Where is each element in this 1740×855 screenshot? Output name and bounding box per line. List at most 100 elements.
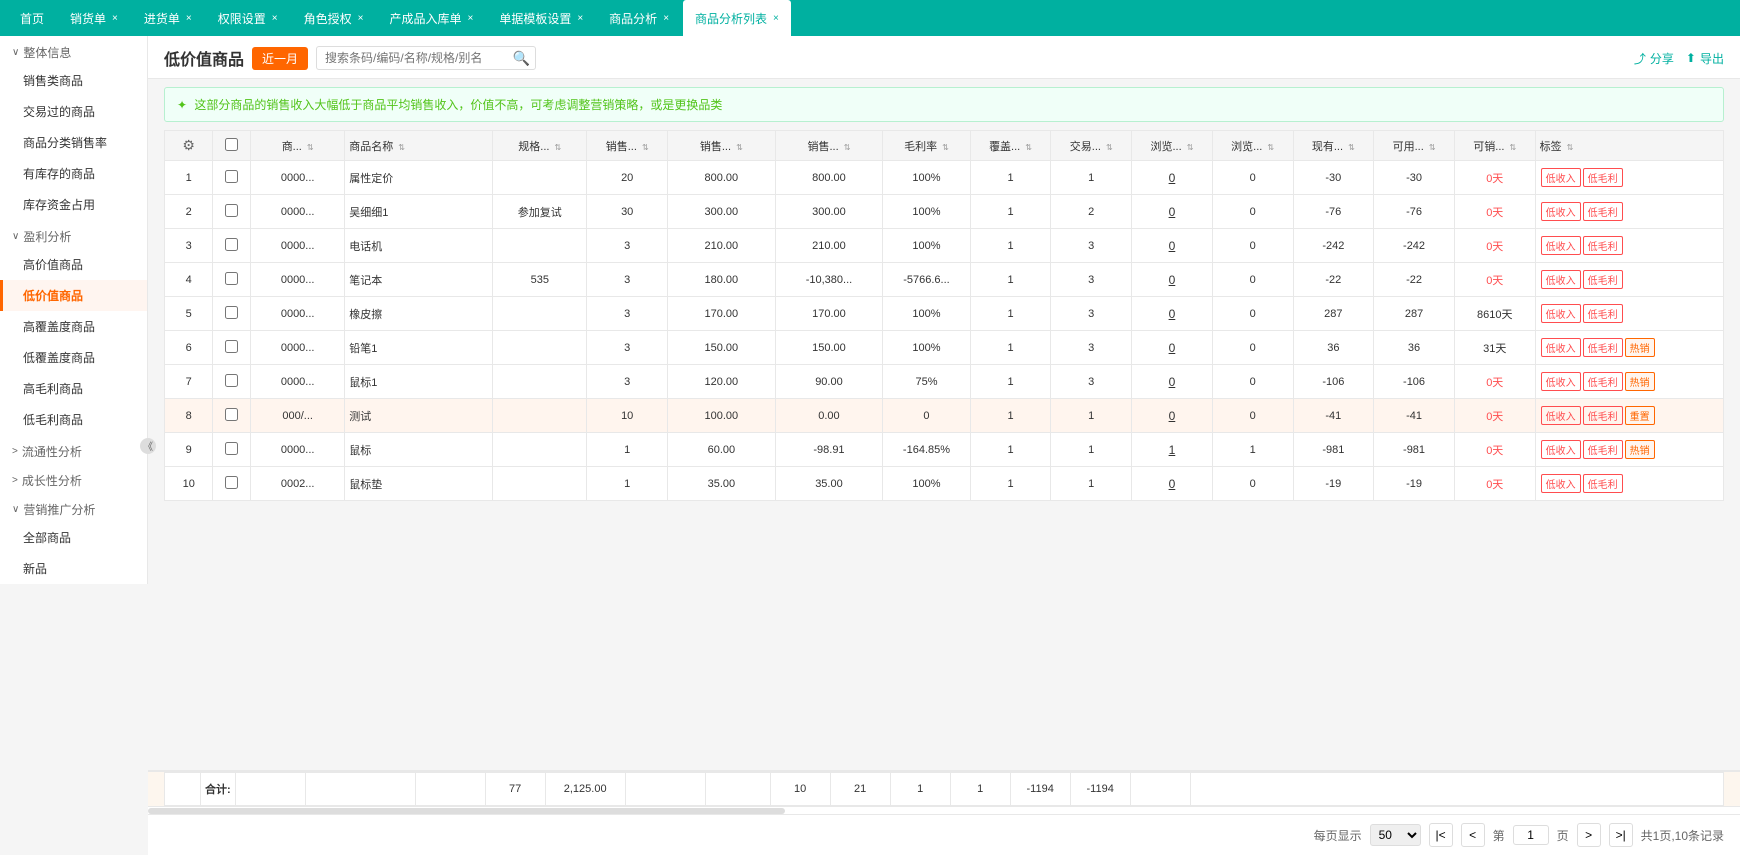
horizontal-scrollbar[interactable] <box>148 806 1740 814</box>
nav-home[interactable]: 首页 <box>8 0 56 36</box>
sidebar-item-sales-products[interactable]: 销售类商品 <box>0 65 147 96</box>
col-sale-amt-header[interactable]: 销售... ⇅ <box>668 131 776 161</box>
row-checkbox[interactable] <box>225 476 238 489</box>
nav-product-inbound[interactable]: 产成品入库单 × <box>377 0 485 36</box>
sidebar-group-liquidity[interactable]: > 流通性分析 <box>0 435 147 464</box>
last-page-button[interactable]: >| <box>1609 823 1633 847</box>
export-button[interactable]: ⬆ 导出 <box>1686 50 1724 67</box>
view-link[interactable]: 0 <box>1169 307 1176 321</box>
row-view-cnt1[interactable]: 0 <box>1132 297 1213 331</box>
view-link[interactable]: 0 <box>1169 409 1176 423</box>
prev-page-button[interactable]: < <box>1461 823 1485 847</box>
row-checkbox-cell[interactable] <box>213 365 251 399</box>
close-icon[interactable]: × <box>663 13 669 24</box>
row-checkbox[interactable] <box>225 204 238 217</box>
col-current-stock-header[interactable]: 现有... ⇅ <box>1293 131 1374 161</box>
view-link[interactable]: 0 <box>1169 239 1176 253</box>
nav-product-analysis-list[interactable]: 商品分析列表 × <box>683 0 791 36</box>
col-saleable-header[interactable]: 可销... ⇅ <box>1454 131 1535 161</box>
close-icon[interactable]: × <box>272 13 278 24</box>
sidebar-item-high-coverage[interactable]: 高覆盖度商品 <box>0 311 147 342</box>
col-code-header[interactable]: 商... ⇅ <box>251 131 345 161</box>
sidebar-item-low-margin[interactable]: 低毛利商品 <box>0 404 147 435</box>
nav-role-auth[interactable]: 角色授权 × <box>292 0 376 36</box>
col-available-stock-header[interactable]: 可用... ⇅ <box>1374 131 1455 161</box>
view-link[interactable]: 0 <box>1169 205 1176 219</box>
col-spec-header[interactable]: 规格... ⇅ <box>493 131 587 161</box>
col-settings[interactable]: ⚙ <box>165 131 213 161</box>
view-link[interactable]: 1 <box>1169 443 1176 457</box>
next-page-button[interactable]: > <box>1577 823 1601 847</box>
col-sale-qty-header[interactable]: 销售... ⇅ <box>587 131 668 161</box>
row-view-cnt1[interactable]: 0 <box>1132 399 1213 433</box>
sidebar-group-marketing[interactable]: ∨ 营销推广分析 <box>0 493 147 522</box>
nav-permission-settings[interactable]: 权限设置 × <box>206 0 290 36</box>
col-name-header[interactable]: 商品名称 ⇅ <box>345 131 493 161</box>
nav-purchase-order[interactable]: 进货单 × <box>132 0 204 36</box>
col-view-cnt2-header[interactable]: 浏览... ⇅ <box>1212 131 1293 161</box>
close-icon[interactable]: × <box>773 13 779 24</box>
row-checkbox-cell[interactable] <box>213 297 251 331</box>
row-view-cnt1[interactable]: 0 <box>1132 467 1213 501</box>
view-link[interactable]: 0 <box>1169 375 1176 389</box>
sidebar-item-new-products[interactable]: 新品 <box>0 553 147 584</box>
nav-sales-order[interactable]: 销货单 × <box>58 0 130 36</box>
col-view-cnt1-header[interactable]: 浏览... ⇅ <box>1132 131 1213 161</box>
row-view-cnt1[interactable]: 1 <box>1132 433 1213 467</box>
view-link[interactable]: 0 <box>1169 477 1176 491</box>
sidebar-item-low-coverage[interactable]: 低覆盖度商品 <box>0 342 147 373</box>
settings-icon[interactable]: ⚙ <box>182 137 195 153</box>
sidebar-item-all-products[interactable]: 全部商品 <box>0 522 147 553</box>
row-checkbox-cell[interactable] <box>213 399 251 433</box>
sidebar-item-stock-capital[interactable]: 库存资金占用 <box>0 189 147 220</box>
row-checkbox-cell[interactable] <box>213 195 251 229</box>
sidebar-collapse-button[interactable]: 《 <box>140 438 156 454</box>
row-checkbox[interactable] <box>225 374 238 387</box>
share-button[interactable]: ⤴ 分享 <box>1634 50 1674 67</box>
search-input[interactable] <box>316 46 536 70</box>
sidebar-item-low-value[interactable]: 低价值商品 <box>0 280 147 311</box>
row-checkbox[interactable] <box>225 272 238 285</box>
row-view-cnt1[interactable]: 0 <box>1132 229 1213 263</box>
sidebar-group-growth[interactable]: > 成长性分析 <box>0 464 147 493</box>
col-coverage-header[interactable]: 覆盖... ⇅ <box>970 131 1051 161</box>
nav-voucher-template[interactable]: 单据模板设置 × <box>487 0 595 36</box>
view-link[interactable]: 0 <box>1169 171 1176 185</box>
row-checkbox[interactable] <box>225 306 238 319</box>
filter-period-button[interactable]: 近一月 <box>252 47 308 70</box>
close-icon[interactable]: × <box>358 13 364 24</box>
page-number-input[interactable] <box>1513 825 1549 845</box>
row-checkbox[interactable] <box>225 238 238 251</box>
col-trade-cnt-header[interactable]: 交易... ⇅ <box>1051 131 1132 161</box>
row-checkbox-cell[interactable] <box>213 161 251 195</box>
col-checkbox-header[interactable] <box>213 131 251 161</box>
sidebar-item-high-margin[interactable]: 高毛利商品 <box>0 373 147 404</box>
page-size-select[interactable]: 50 100 200 <box>1370 824 1421 846</box>
row-checkbox[interactable] <box>225 408 238 421</box>
close-icon[interactable]: × <box>577 13 583 24</box>
first-page-button[interactable]: |< <box>1429 823 1453 847</box>
close-icon[interactable]: × <box>112 13 118 24</box>
row-view-cnt1[interactable]: 0 <box>1132 161 1213 195</box>
col-sale-price-header[interactable]: 销售... ⇅ <box>775 131 883 161</box>
row-checkbox-cell[interactable] <box>213 263 251 297</box>
select-all-checkbox[interactable] <box>225 138 238 151</box>
sidebar-item-high-value[interactable]: 高价值商品 <box>0 249 147 280</box>
sidebar-group-overview[interactable]: ∨ 整体信息 <box>0 36 147 65</box>
nav-product-analysis[interactable]: 商品分析 × <box>597 0 681 36</box>
view-link[interactable]: 0 <box>1169 273 1176 287</box>
sidebar-group-profit[interactable]: ∨ 盈利分析 <box>0 220 147 249</box>
row-checkbox[interactable] <box>225 442 238 455</box>
search-icon[interactable]: 🔍 <box>513 50 530 67</box>
row-checkbox-cell[interactable] <box>213 229 251 263</box>
col-tags-header[interactable]: 标签 ⇅ <box>1535 131 1723 161</box>
row-view-cnt1[interactable]: 0 <box>1132 195 1213 229</box>
view-link[interactable]: 0 <box>1169 341 1176 355</box>
row-checkbox-cell[interactable] <box>213 331 251 365</box>
sidebar-item-stock-products[interactable]: 有库存的商品 <box>0 158 147 189</box>
close-icon[interactable]: × <box>186 13 192 24</box>
sidebar-item-category-sales-rate[interactable]: 商品分类销售率 <box>0 127 147 158</box>
col-gross-margin-header[interactable]: 毛利率 ⇅ <box>883 131 970 161</box>
row-checkbox[interactable] <box>225 170 238 183</box>
row-checkbox-cell[interactable] <box>213 433 251 467</box>
